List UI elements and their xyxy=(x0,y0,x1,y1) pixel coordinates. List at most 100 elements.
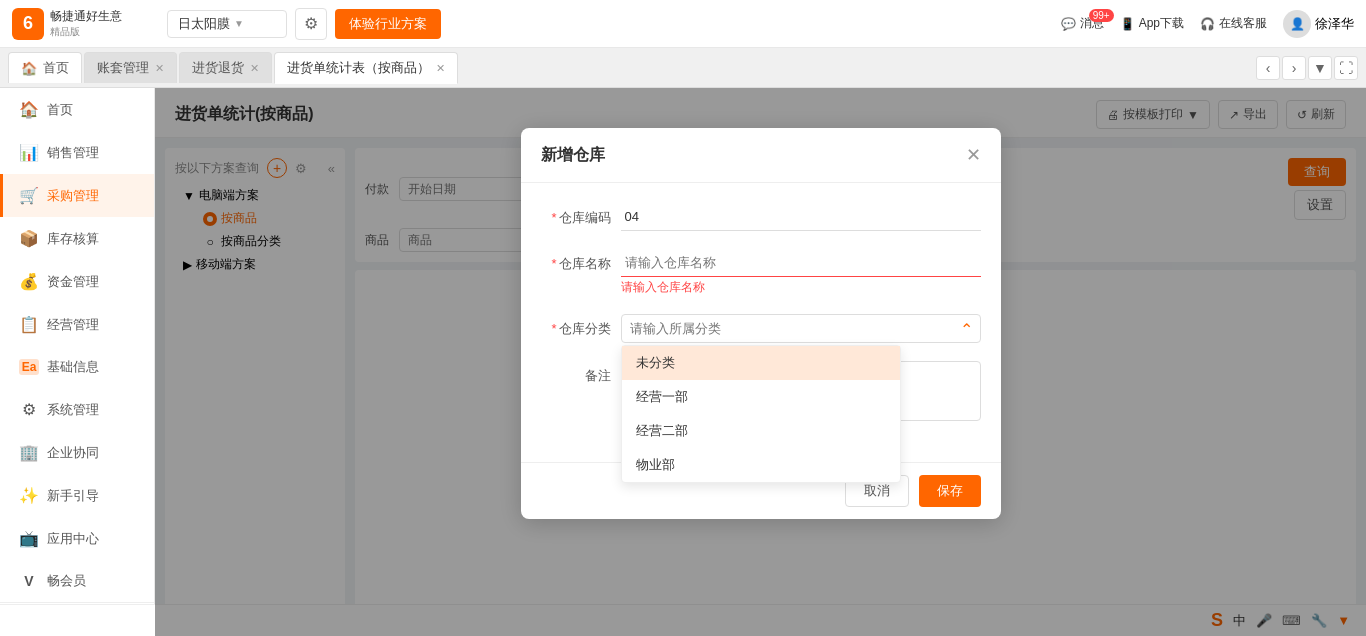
gear-icon: ⚙ xyxy=(304,14,318,33)
save-button[interactable]: 保存 xyxy=(919,475,981,507)
home-icon: 🏠 xyxy=(21,61,37,76)
app-center-sidebar-icon: 📺 xyxy=(19,529,39,548)
warehouse-code-input[interactable] xyxy=(621,203,981,231)
newbie-sidebar-icon: ✨ xyxy=(19,486,39,505)
app-logo: 6 xyxy=(12,8,44,40)
purchase-sidebar-icon: 🛒 xyxy=(19,186,39,205)
tab-accounts[interactable]: 账套管理 ✕ xyxy=(84,52,177,83)
warehouse-name-input[interactable] xyxy=(621,249,981,277)
tab-home[interactable]: 🏠 首页 xyxy=(8,52,82,83)
gear-button[interactable]: ⚙ xyxy=(295,8,327,40)
headset-icon: 🎧 xyxy=(1200,17,1215,31)
sidebar-item-purchase[interactable]: 🛒 采购管理 xyxy=(0,174,154,217)
category-dropdown: 未分类 经营一部 经营二部 物业部 xyxy=(621,345,901,483)
dialog-close-button[interactable]: ✕ xyxy=(966,144,981,166)
trial-button[interactable]: 体验行业方案 xyxy=(335,9,441,39)
sidebar-item-basic-info[interactable]: Ea 基础信息 xyxy=(0,346,154,388)
tab-purchase-stats-label: 进货单统计表（按商品） xyxy=(287,59,430,77)
phone-icon: 📱 xyxy=(1120,17,1135,31)
sidebar-label-member: 畅会员 xyxy=(47,572,86,590)
online-service-btn[interactable]: 🎧 在线客服 xyxy=(1200,15,1267,32)
remark-label: 备注 xyxy=(541,361,621,385)
sidebar-item-operations[interactable]: 📋 经营管理 xyxy=(0,303,154,346)
user-avatar-area[interactable]: 👤 徐泽华 xyxy=(1283,10,1354,38)
tab-accounts-label: 账套管理 xyxy=(97,59,149,77)
category-field-wrap: ⌃ 未分类 经营一部 经营二部 物业部 xyxy=(621,314,981,343)
main-layout: 🏠 首页 📊 销售管理 🛒 采购管理 📦 库存核算 💰 资金管理 📋 经营管理 … xyxy=(0,88,1366,636)
dropdown-item-dept1[interactable]: 经营一部 xyxy=(622,380,900,414)
dialog-header: 新增仓库 ✕ xyxy=(521,128,1001,183)
sidebar-label-system: 系统管理 xyxy=(47,401,99,419)
sidebar-item-home[interactable]: 🏠 首页 xyxy=(0,88,154,131)
tab-home-label: 首页 xyxy=(43,59,69,77)
tab-next-btn[interactable]: › xyxy=(1282,56,1306,80)
category-input-group: ⌃ xyxy=(621,314,981,343)
dropdown-item-dept2[interactable]: 经营二部 xyxy=(622,414,900,448)
sidebar-item-system[interactable]: ⚙ 系统管理 xyxy=(0,388,154,431)
form-row-name: *仓库名称 请输入仓库名称 xyxy=(541,249,981,296)
username-label: 徐泽华 xyxy=(1315,15,1354,33)
tab-bar: 🏠 首页 账套管理 ✕ 进货退货 ✕ 进货单统计表（按商品） ✕ ‹ › ▼ ⛶ xyxy=(0,48,1366,88)
dropdown-item-property[interactable]: 物业部 xyxy=(622,448,900,482)
name-label: *仓库名称 xyxy=(541,249,621,273)
finance-sidebar-icon: 💰 xyxy=(19,272,39,291)
header-center: 日太阳膜 ▼ ⚙ 体验行业方案 xyxy=(167,8,1061,40)
category-label: *仓库分类 xyxy=(541,314,621,338)
sidebar-label-home: 首页 xyxy=(47,101,73,119)
header-right: 💬 消息 99+ 📱 App下载 🎧 在线客服 👤 徐泽华 xyxy=(1061,10,1354,38)
sidebar-label-sales: 销售管理 xyxy=(47,144,99,162)
tab-purchase-stats[interactable]: 进货单统计表（按商品） ✕ xyxy=(274,52,458,84)
tab-prev-btn[interactable]: ‹ xyxy=(1256,56,1280,80)
sidebar-label-newbie: 新手引导 xyxy=(47,487,99,505)
sidebar: 🏠 首页 📊 销售管理 🛒 采购管理 📦 库存核算 💰 资金管理 📋 经营管理 … xyxy=(0,88,155,636)
tab-close-accounts[interactable]: ✕ xyxy=(155,62,164,75)
sidebar-item-app-center[interactable]: 📺 应用中心 xyxy=(0,517,154,560)
tab-purchase-return[interactable]: 进货退货 ✕ xyxy=(179,52,272,83)
sidebar-item-sales[interactable]: 📊 销售管理 xyxy=(0,131,154,174)
tab-purchase-return-label: 进货退货 xyxy=(192,59,244,77)
sidebar-item-enterprise[interactable]: 🏢 企业协同 xyxy=(0,431,154,474)
category-input[interactable] xyxy=(621,314,981,343)
code-field-wrap xyxy=(621,203,981,231)
category-toggle-icon[interactable]: ⌃ xyxy=(960,319,973,338)
form-row-code: *仓库编码 xyxy=(541,203,981,231)
home-sidebar-icon: 🏠 xyxy=(19,100,39,119)
code-label: *仓库编码 xyxy=(541,203,621,227)
sidebar-item-member[interactable]: V 畅会员 xyxy=(0,560,154,602)
main-content: 进货单统计(按商品) 🖨 按模板打印 ▼ ↗ 导出 ↺ 刷新 xyxy=(155,88,1366,636)
tab-close-purchase-return[interactable]: ✕ xyxy=(250,62,259,75)
avatar: 👤 xyxy=(1283,10,1311,38)
message-badge: 99+ xyxy=(1089,9,1114,22)
inventory-sidebar-icon: 📦 xyxy=(19,229,39,248)
sales-sidebar-icon: 📊 xyxy=(19,143,39,162)
tab-close-purchase-stats[interactable]: ✕ xyxy=(436,62,445,75)
name-error-message: 请输入仓库名称 xyxy=(621,279,981,296)
system-sidebar-icon: ⚙ xyxy=(19,400,39,419)
brand-text: 畅捷通好生意 精品版 xyxy=(50,9,122,38)
tab-menu-btn[interactable]: ▼ xyxy=(1308,56,1332,80)
sidebar-label-finance: 资金管理 xyxy=(47,273,99,291)
sidebar-item-newbie[interactable]: ✨ 新手引导 xyxy=(0,474,154,517)
operations-sidebar-icon: 📋 xyxy=(19,315,39,334)
app-download-btn[interactable]: 📱 App下载 xyxy=(1120,15,1184,32)
member-sidebar-icon: V xyxy=(19,573,39,589)
form-row-category: *仓库分类 ⌃ 未分类 经营一部 经营二部 xyxy=(541,314,981,343)
tab-expand-btn[interactable]: ⛶ xyxy=(1334,56,1358,80)
sidebar-item-inventory[interactable]: 📦 库存核算 xyxy=(0,217,154,260)
basic-info-sidebar-icon: Ea xyxy=(19,359,39,375)
name-field-wrap: 请输入仓库名称 xyxy=(621,249,981,296)
modal-overlay: 新增仓库 ✕ *仓库编码 xyxy=(155,88,1366,636)
dropdown-item-unclassified[interactable]: 未分类 xyxy=(622,346,900,380)
store-selector[interactable]: 日太阳膜 ▼ xyxy=(167,10,287,38)
sidebar-label-inventory: 库存核算 xyxy=(47,230,99,248)
sidebar-label-basic-info: 基础信息 xyxy=(47,358,99,376)
top-header: 6 畅捷通好生意 精品版 日太阳膜 ▼ ⚙ 体验行业方案 💬 消息 99+ 📱 … xyxy=(0,0,1366,48)
sidebar-item-finance[interactable]: 💰 资金管理 xyxy=(0,260,154,303)
add-warehouse-dialog: 新增仓库 ✕ *仓库编码 xyxy=(521,128,1001,519)
sidebar-label-app-center: 应用中心 xyxy=(47,530,99,548)
sidebar-label-enterprise: 企业协同 xyxy=(47,444,99,462)
user-icon: 👤 xyxy=(1290,17,1305,31)
message-btn[interactable]: 💬 消息 99+ xyxy=(1061,15,1104,32)
dropdown-arrow-icon: ▼ xyxy=(234,18,244,29)
tab-nav-buttons: ‹ › ▼ ⛶ xyxy=(1256,56,1358,80)
